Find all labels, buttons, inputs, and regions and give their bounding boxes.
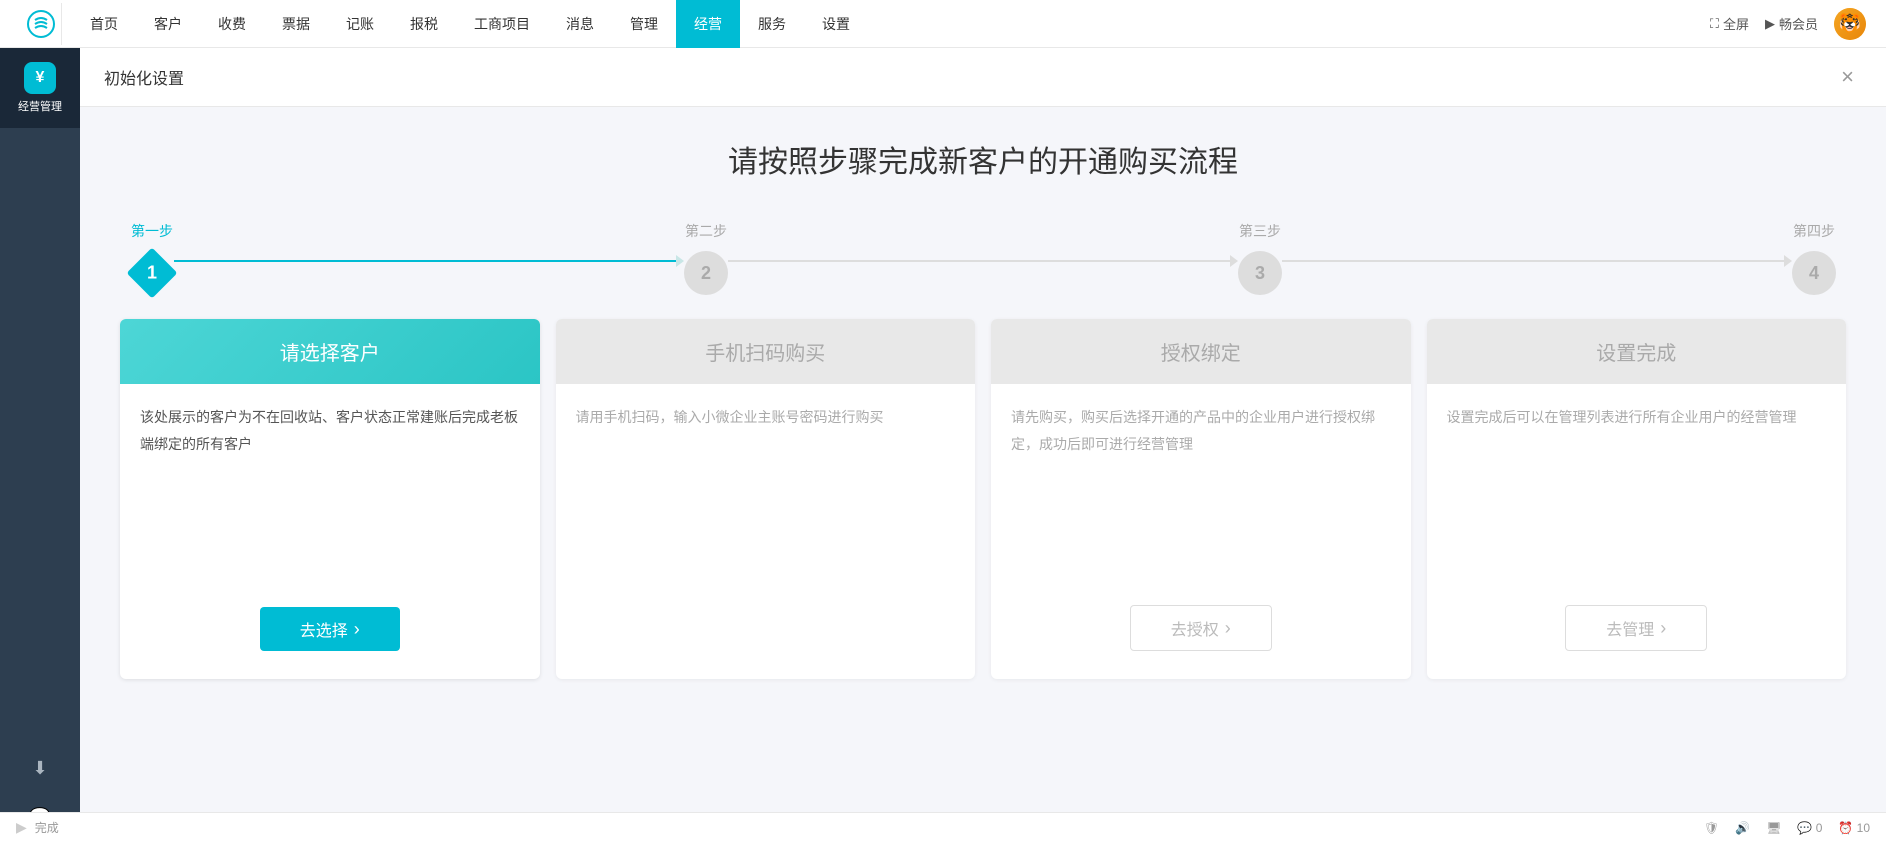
status-bar-right: 🛡 🔊 🖥 💬 0 ⏰ 10: [1704, 821, 1870, 835]
member-btn[interactable]: ▶ 畅会员: [1765, 14, 1818, 33]
status-bar: ▶ 完成 🛡 🔊 🖥 💬 0 ⏰ 10: [0, 812, 1886, 842]
card-2-body: 请用手机扫码，输入小微企业主账号密码进行购买: [556, 384, 976, 651]
step-1-label: 第一步: [131, 221, 173, 241]
card-4-footer: 去管理 ›: [1427, 605, 1847, 679]
download-icon: ⬇: [32, 758, 47, 779]
connector-1-2: [174, 221, 684, 267]
card-1-footer: 去选择 ›: [120, 607, 540, 679]
page-title: 初始化设置: [104, 65, 184, 89]
step-4-label: 第四步: [1793, 221, 1835, 241]
shield-icon: 🛡: [1704, 821, 1719, 835]
sidebar-item-operation[interactable]: ¥ 经营管理: [0, 48, 80, 128]
chat-count: 💬 0: [1797, 821, 1822, 835]
connector-3-4: [1282, 221, 1792, 267]
avatar[interactable]: 🐯: [1834, 8, 1866, 40]
go-manage-button[interactable]: 去管理 ›: [1565, 605, 1707, 651]
card-4-body: 设置完成后可以在管理列表进行所有企业用户的经营管理: [1427, 384, 1847, 605]
fullscreen-label: 全屏: [1723, 14, 1749, 33]
nav-invoice[interactable]: 票据: [264, 0, 328, 48]
go-authorize-button[interactable]: 去授权 ›: [1130, 605, 1272, 651]
step-3-col: 第三步 3: [1238, 221, 1282, 295]
main-heading: 请按照步骤完成新客户的开通购买流程: [120, 137, 1846, 181]
step-2-col: 第二步 2: [684, 221, 728, 295]
card-2-footer: [556, 651, 976, 679]
status-done: 完成: [35, 819, 59, 836]
nav-service[interactable]: 服务: [740, 0, 804, 48]
card-1-title: 请选择客户: [280, 343, 380, 365]
cards-row: 请选择客户 该处展示的客户为不在回收站、客户状态正常建账后完成老板端绑定的所有客…: [120, 319, 1846, 679]
sidebar-download[interactable]: ⬇: [0, 744, 80, 793]
card-3-title: 授权绑定: [1161, 343, 1241, 365]
nav-message[interactable]: 消息: [548, 0, 612, 48]
page-header: 初始化设置 ×: [80, 48, 1886, 107]
sidebar: ¥ 经营管理 ⬇ 💬: [0, 48, 80, 842]
card-2-header: 手机扫码购买: [556, 319, 976, 384]
nav-fee[interactable]: 收费: [200, 0, 264, 48]
nav-customer[interactable]: 客户: [136, 0, 200, 48]
volume-icon: 🔊: [1735, 821, 1750, 835]
step-4-circle: 4: [1792, 251, 1836, 295]
nav-items: 首页 客户 收费 票据 记账 报税 工商项目 消息 管理 经营 服务 设置: [72, 0, 1710, 48]
nav-business[interactable]: 工商项目: [456, 0, 548, 48]
top-nav: 首页 客户 收费 票据 记账 报税 工商项目 消息 管理 经营 服务 设置 ⛶ …: [0, 0, 1886, 48]
card-1-header: 请选择客户: [120, 319, 540, 384]
card-3: 授权绑定 请先购买，购买后选择开通的产品中的企业用户进行授权绑定，成功后即可进行…: [991, 319, 1411, 679]
nav-settings[interactable]: 设置: [804, 0, 868, 48]
card-3-header: 授权绑定: [991, 319, 1411, 384]
card-4-title: 设置完成: [1596, 343, 1676, 365]
content-area: 请按照步骤完成新客户的开通购买流程 第一步 1 第二步 2: [80, 107, 1886, 842]
member-label: 畅会员: [1779, 14, 1818, 33]
nav-right: ⛶ 全屏 ▶ 畅会员 🐯: [1710, 8, 1866, 40]
sidebar-item-label: 经营管理: [18, 100, 62, 114]
nav-operation[interactable]: 经营: [676, 0, 740, 48]
nav-manage[interactable]: 管理: [612, 0, 676, 48]
monitor-icon: 🖥: [1766, 821, 1781, 835]
connector-2-3: [728, 221, 1238, 267]
nav-logo: [20, 3, 62, 45]
close-button[interactable]: ×: [1833, 60, 1862, 94]
status-play-icon: ▶: [16, 819, 27, 836]
status-bar-left: ▶ 完成: [16, 819, 59, 836]
card-1: 请选择客户 该处展示的客户为不在回收站、客户状态正常建账后完成老板端绑定的所有客…: [120, 319, 540, 679]
card-3-footer: 去授权 ›: [991, 605, 1411, 679]
time-icon: ⏰ 10: [1838, 821, 1870, 835]
step-3-circle: 3: [1238, 251, 1282, 295]
nav-account[interactable]: 记账: [328, 0, 392, 48]
nav-home[interactable]: 首页: [72, 0, 136, 48]
fullscreen-icon: ⛶: [1710, 16, 1719, 32]
card-1-body: 该处展示的客户为不在回收站、客户状态正常建账后完成老板端绑定的所有客户: [120, 384, 540, 607]
card-4-header: 设置完成: [1427, 319, 1847, 384]
step-3-label: 第三步: [1239, 221, 1281, 241]
step-4-col: 第四步 4: [1792, 221, 1836, 295]
card-2: 手机扫码购买 请用手机扫码，输入小微企业主账号密码进行购买: [556, 319, 976, 679]
nav-tax[interactable]: 报税: [392, 0, 456, 48]
operation-icon: ¥: [24, 62, 56, 94]
card-4: 设置完成 设置完成后可以在管理列表进行所有企业用户的经营管理 去管理 ›: [1427, 319, 1847, 679]
step-1-diamond: 1: [130, 251, 174, 295]
step-1-col: 第一步 1: [130, 221, 174, 295]
play-icon: ▶: [1765, 16, 1775, 32]
fullscreen-btn[interactable]: ⛶ 全屏: [1710, 14, 1749, 33]
main-content: 初始化设置 × 请按照步骤完成新客户的开通购买流程 第一步 1: [80, 48, 1886, 842]
step-2-label: 第二步: [685, 221, 727, 241]
step-2-circle: 2: [684, 251, 728, 295]
go-select-button[interactable]: 去选择 ›: [260, 607, 400, 651]
card-2-title: 手机扫码购买: [705, 343, 825, 365]
card-3-body: 请先购买，购买后选择开通的产品中的企业用户进行授权绑定，成功后即可进行经营管理: [991, 384, 1411, 605]
